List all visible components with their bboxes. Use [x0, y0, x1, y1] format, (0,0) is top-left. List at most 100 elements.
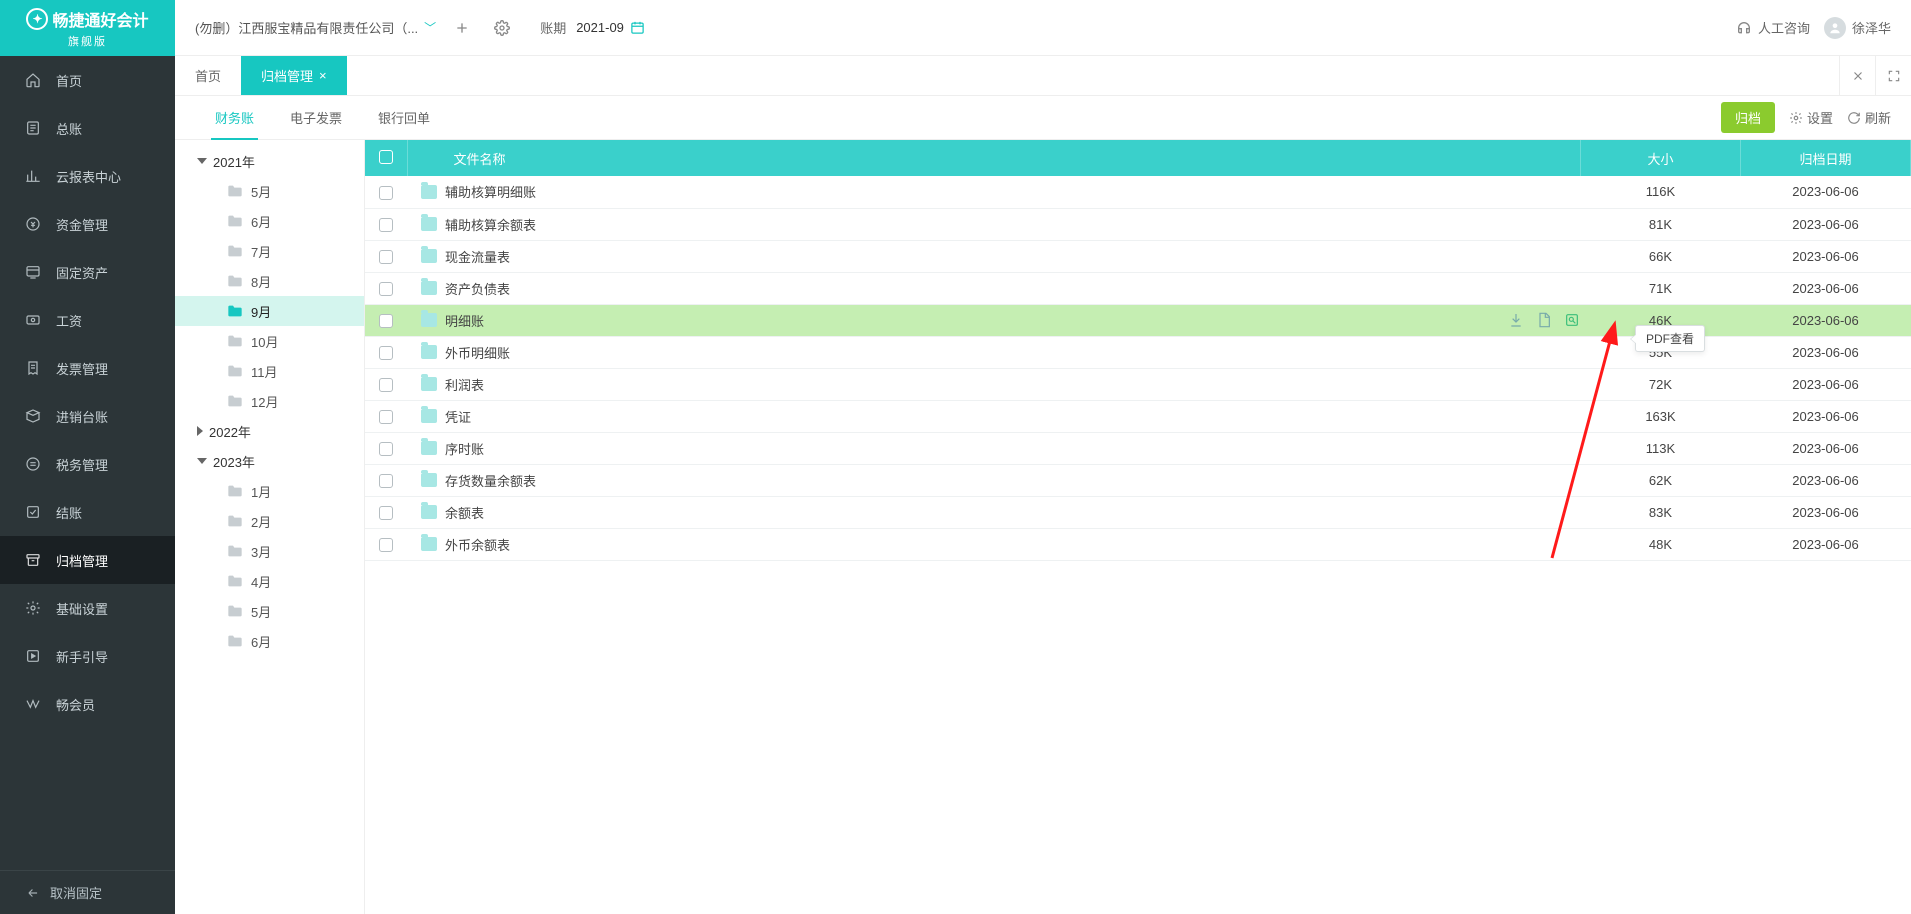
table-row[interactable]: 辅助核算明细账116K2023-06-06 — [365, 176, 1911, 208]
tree-month-label: 6月 — [251, 212, 271, 231]
settings-button[interactable]: 设置 — [1789, 108, 1833, 127]
fullscreen-button[interactable] — [1875, 56, 1911, 96]
company-selector[interactable]: (勿删）江西服宝精品有限责任公司（... ﹀ — [195, 18, 436, 37]
table-row[interactable]: 序时账113K2023-06-06 — [365, 432, 1911, 464]
folder-icon — [421, 281, 437, 295]
tree-year-0[interactable]: 2021年 — [175, 146, 364, 176]
table-row[interactable]: 资产负债表71K2023-06-06 — [365, 272, 1911, 304]
refresh-icon — [1847, 111, 1861, 125]
sidebar-item-label: 工资 — [56, 311, 82, 330]
tree-month[interactable]: 12月 — [175, 386, 364, 416]
archive-button[interactable]: 归档 — [1721, 102, 1775, 133]
sub-tab-2[interactable]: 银行回单 — [360, 96, 448, 139]
company-settings-button[interactable] — [488, 14, 516, 42]
tree-year-1[interactable]: 2022年 — [175, 416, 364, 446]
file-name: 辅助核算明细账 — [421, 182, 536, 201]
table-row[interactable]: 存货数量余额表62K2023-06-06 — [365, 464, 1911, 496]
sidebar-item-8[interactable]: 税务管理 — [0, 440, 175, 488]
add-button[interactable] — [448, 14, 476, 42]
tree-month[interactable]: 10月 — [175, 326, 364, 356]
tree-month-label: 2月 — [251, 512, 271, 531]
folder-icon — [227, 244, 243, 258]
sidebar-item-11[interactable]: 基础设置 — [0, 584, 175, 632]
row-checkbox[interactable] — [379, 314, 393, 328]
folder-icon — [421, 409, 437, 423]
select-all-checkbox[interactable] — [379, 150, 393, 164]
calendar-icon[interactable] — [630, 20, 645, 35]
sidebar-item-5[interactable]: 工资 — [0, 296, 175, 344]
sidebar-item-0[interactable]: 首页 — [0, 56, 175, 104]
file-size: 163K — [1581, 400, 1741, 432]
row-checkbox[interactable] — [379, 282, 393, 296]
sidebar-item-9[interactable]: 结账 — [0, 488, 175, 536]
sidebar-item-13[interactable]: 畅会员 — [0, 680, 175, 728]
tree-month[interactable]: 3月 — [175, 536, 364, 566]
sub-tab-1[interactable]: 电子发票 — [272, 96, 360, 139]
pdf-icon[interactable] — [1535, 311, 1553, 329]
tree-month-label: 6月 — [251, 632, 271, 651]
tree-month[interactable]: 5月 — [175, 176, 364, 206]
sidebar-item-4[interactable]: 固定资产 — [0, 248, 175, 296]
table-row[interactable]: 现金流量表66K2023-06-06 — [365, 240, 1911, 272]
row-checkbox[interactable] — [379, 506, 393, 520]
fund-icon — [24, 215, 42, 233]
sub-tabs: 财务账电子发票银行回单 归档 设置 刷新 — [175, 96, 1911, 140]
close-icon[interactable]: × — [319, 68, 327, 83]
page-tab-0[interactable]: 首页 — [175, 56, 241, 95]
page-tab-1[interactable]: 归档管理× — [241, 56, 347, 95]
row-checkbox[interactable] — [379, 410, 393, 424]
tree-month[interactable]: 7月 — [175, 236, 364, 266]
sidebar-item-2[interactable]: 云报表中心 — [0, 152, 175, 200]
sidebar-item-1[interactable]: 总账 — [0, 104, 175, 152]
row-checkbox[interactable] — [379, 218, 393, 232]
row-checkbox[interactable] — [379, 186, 393, 200]
sidebar-item-label: 固定资产 — [56, 263, 108, 282]
tree-month[interactable]: 4月 — [175, 566, 364, 596]
row-checkbox[interactable] — [379, 250, 393, 264]
sub-tab-0[interactable]: 财务账 — [197, 96, 272, 139]
pdf-view-icon[interactable] — [1563, 311, 1581, 329]
tree-month[interactable]: 6月 — [175, 206, 364, 236]
close-all-tabs-button[interactable] — [1839, 56, 1875, 96]
file-name-text: 资产负债表 — [445, 279, 510, 298]
sidebar-item-10[interactable]: 归档管理 — [0, 536, 175, 584]
row-checkbox[interactable] — [379, 474, 393, 488]
refresh-button[interactable]: 刷新 — [1847, 108, 1891, 127]
tree-month[interactable]: 9月 — [175, 296, 364, 326]
topbar: (勿删）江西服宝精品有限责任公司（... ﹀ 账期 2021-09 人工咨询 徐… — [175, 0, 1911, 56]
tree-month[interactable]: 5月 — [175, 596, 364, 626]
folder-icon — [421, 313, 437, 327]
table-row[interactable]: 利润表72K2023-06-06 — [365, 368, 1911, 400]
file-name-text: 序时账 — [445, 439, 484, 458]
folder-icon — [227, 334, 243, 348]
sidebar-item-6[interactable]: 发票管理 — [0, 344, 175, 392]
sidebar-item-label: 基础设置 — [56, 599, 108, 618]
user-menu[interactable]: 徐泽华 — [1824, 17, 1891, 39]
chevron-down-icon — [197, 458, 207, 464]
file-name-text: 外币余额表 — [445, 535, 510, 554]
tree-month[interactable]: 8月 — [175, 266, 364, 296]
tree-year-2[interactable]: 2023年 — [175, 446, 364, 476]
row-checkbox[interactable] — [379, 378, 393, 392]
archive-date: 2023-06-06 — [1741, 336, 1911, 368]
tree-month[interactable]: 11月 — [175, 356, 364, 386]
tree-month[interactable]: 6月 — [175, 626, 364, 656]
row-checkbox[interactable] — [379, 346, 393, 360]
table-row[interactable]: 凭证163K2023-06-06 — [365, 400, 1911, 432]
tree-year-label: 2023年 — [213, 452, 255, 471]
table-row[interactable]: 外币余额表48K2023-06-06 — [365, 528, 1911, 560]
consult-button[interactable]: 人工咨询 — [1736, 18, 1810, 37]
sidebar-item-7[interactable]: 进销台账 — [0, 392, 175, 440]
tree-month-label: 7月 — [251, 242, 271, 261]
download-icon[interactable] — [1507, 311, 1525, 329]
row-checkbox[interactable] — [379, 538, 393, 552]
tree-month[interactable]: 2月 — [175, 506, 364, 536]
row-checkbox[interactable] — [379, 442, 393, 456]
table-row[interactable]: 余额表83K2023-06-06 — [365, 496, 1911, 528]
file-size: 66K — [1581, 240, 1741, 272]
sidebar-item-12[interactable]: 新手引导 — [0, 632, 175, 680]
tree-month[interactable]: 1月 — [175, 476, 364, 506]
sidebar-pin-toggle[interactable]: 取消固定 — [0, 870, 175, 914]
table-row[interactable]: 辅助核算余额表81K2023-06-06 — [365, 208, 1911, 240]
sidebar-item-3[interactable]: 资金管理 — [0, 200, 175, 248]
